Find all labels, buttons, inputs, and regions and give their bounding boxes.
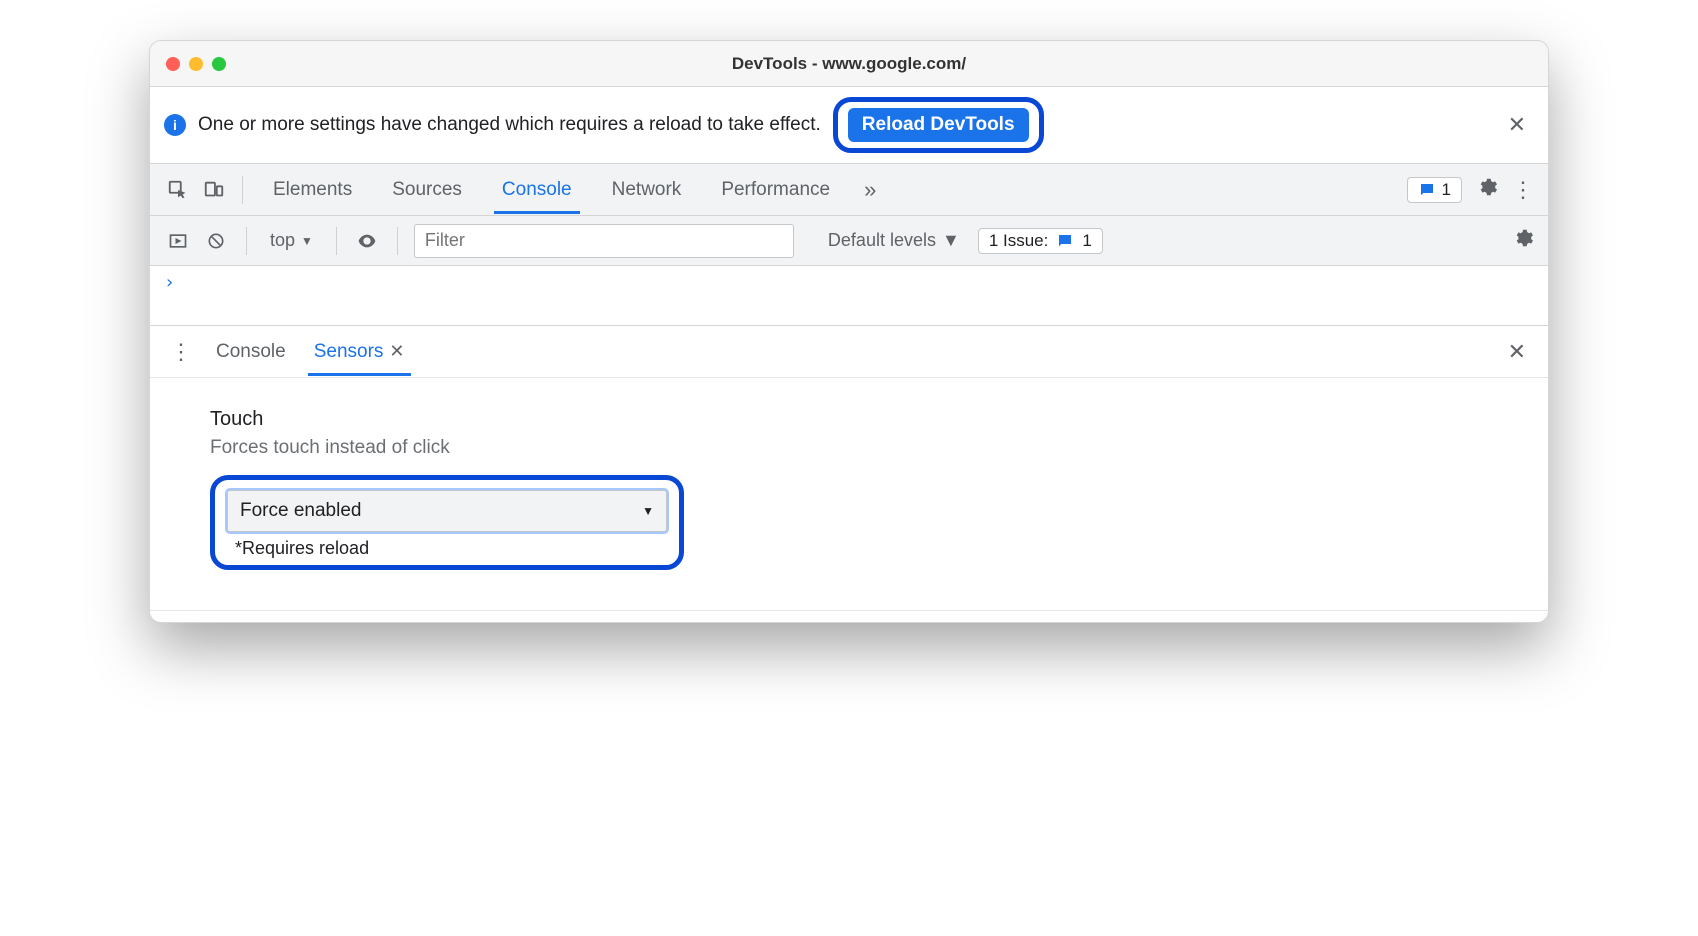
device-toolbar-icon[interactable] (200, 176, 228, 204)
live-expression-icon[interactable] (353, 227, 381, 255)
drawer-tab-console[interactable]: Console (206, 329, 296, 375)
console-output[interactable]: › (150, 266, 1548, 326)
tab-elements[interactable]: Elements (257, 167, 368, 213)
maximize-window-icon[interactable] (212, 57, 226, 71)
issues-count: 1 (1442, 180, 1451, 200)
tab-network[interactable]: Network (596, 167, 698, 213)
tab-console[interactable]: Console (486, 167, 588, 213)
console-toolbar: top ▼ Default levels ▼ 1 Issue: 1 (150, 216, 1548, 266)
tab-performance[interactable]: Performance (705, 167, 846, 213)
log-levels-label: Default levels (828, 230, 936, 251)
devtools-window: DevTools - www.google.com/ i One or more… (149, 40, 1549, 623)
more-tabs-icon[interactable]: » (854, 177, 886, 203)
divider (246, 227, 247, 255)
issue-icon (1418, 181, 1436, 199)
divider (242, 176, 243, 204)
drawer-tab-sensors[interactable]: Sensors ✕ (304, 329, 415, 375)
touch-title: Touch (210, 408, 1488, 431)
annotation-highlight-reload: Reload DevTools (833, 97, 1044, 153)
settings-gear-icon[interactable] (1476, 176, 1498, 204)
execution-context-select[interactable]: top ▼ (263, 227, 320, 254)
drawer-tab-label: Sensors (314, 341, 384, 363)
reload-message: One or more settings have changed which … (198, 114, 821, 136)
drawer-footer (150, 610, 1548, 622)
close-window-icon[interactable] (166, 57, 180, 71)
touch-mode-select[interactable]: Force enabled ▼ (227, 490, 667, 532)
drawer-tabbar: ⋮ Console Sensors ✕ ✕ (150, 326, 1548, 378)
chevron-down-icon: ▼ (642, 504, 654, 518)
clear-console-icon[interactable] (202, 227, 230, 255)
sensors-panel: Touch Forces touch instead of click Forc… (150, 378, 1548, 610)
issues-label: 1 Issue: (989, 231, 1049, 251)
console-sidebar-toggle-icon[interactable] (164, 227, 192, 255)
log-levels-select[interactable]: Default levels ▼ (828, 230, 960, 251)
close-infobar-icon[interactable]: ✕ (1500, 108, 1534, 142)
window-controls (166, 57, 226, 71)
window-title: DevTools - www.google.com/ (150, 54, 1548, 74)
drawer-more-icon[interactable]: ⋮ (164, 339, 198, 365)
reload-infobar: i One or more settings have changed whic… (150, 87, 1548, 164)
info-icon: i (164, 114, 186, 136)
divider (336, 227, 337, 255)
minimize-window-icon[interactable] (189, 57, 203, 71)
issues-chip[interactable]: 1 (1407, 177, 1462, 203)
tab-sources[interactable]: Sources (376, 167, 478, 213)
main-tabbar: Elements Sources Console Network Perform… (150, 164, 1548, 216)
more-menu-icon[interactable]: ⋮ (1512, 177, 1534, 203)
inspect-element-icon[interactable] (164, 176, 192, 204)
chevron-down-icon: ▼ (301, 234, 313, 248)
issue-icon (1056, 232, 1074, 250)
console-filter-input[interactable] (414, 224, 794, 258)
chevron-down-icon: ▼ (942, 230, 960, 251)
execution-context-label: top (270, 230, 295, 251)
console-prompt: › (164, 272, 175, 293)
requires-reload-note: *Requires reload (227, 538, 667, 559)
touch-subtitle: Forces touch instead of click (210, 437, 1488, 459)
annotation-highlight-touch-select: Force enabled ▼ *Requires reload (210, 475, 684, 570)
touch-mode-value: Force enabled (240, 500, 361, 522)
close-tab-icon[interactable]: ✕ (389, 341, 404, 362)
divider (397, 227, 398, 255)
issues-pill[interactable]: 1 Issue: 1 (978, 228, 1103, 254)
console-settings-gear-icon[interactable] (1512, 227, 1534, 255)
close-drawer-icon[interactable]: ✕ (1500, 335, 1534, 369)
titlebar: DevTools - www.google.com/ (150, 41, 1548, 87)
issues-count: 1 (1082, 231, 1091, 251)
reload-devtools-button[interactable]: Reload DevTools (848, 108, 1029, 142)
